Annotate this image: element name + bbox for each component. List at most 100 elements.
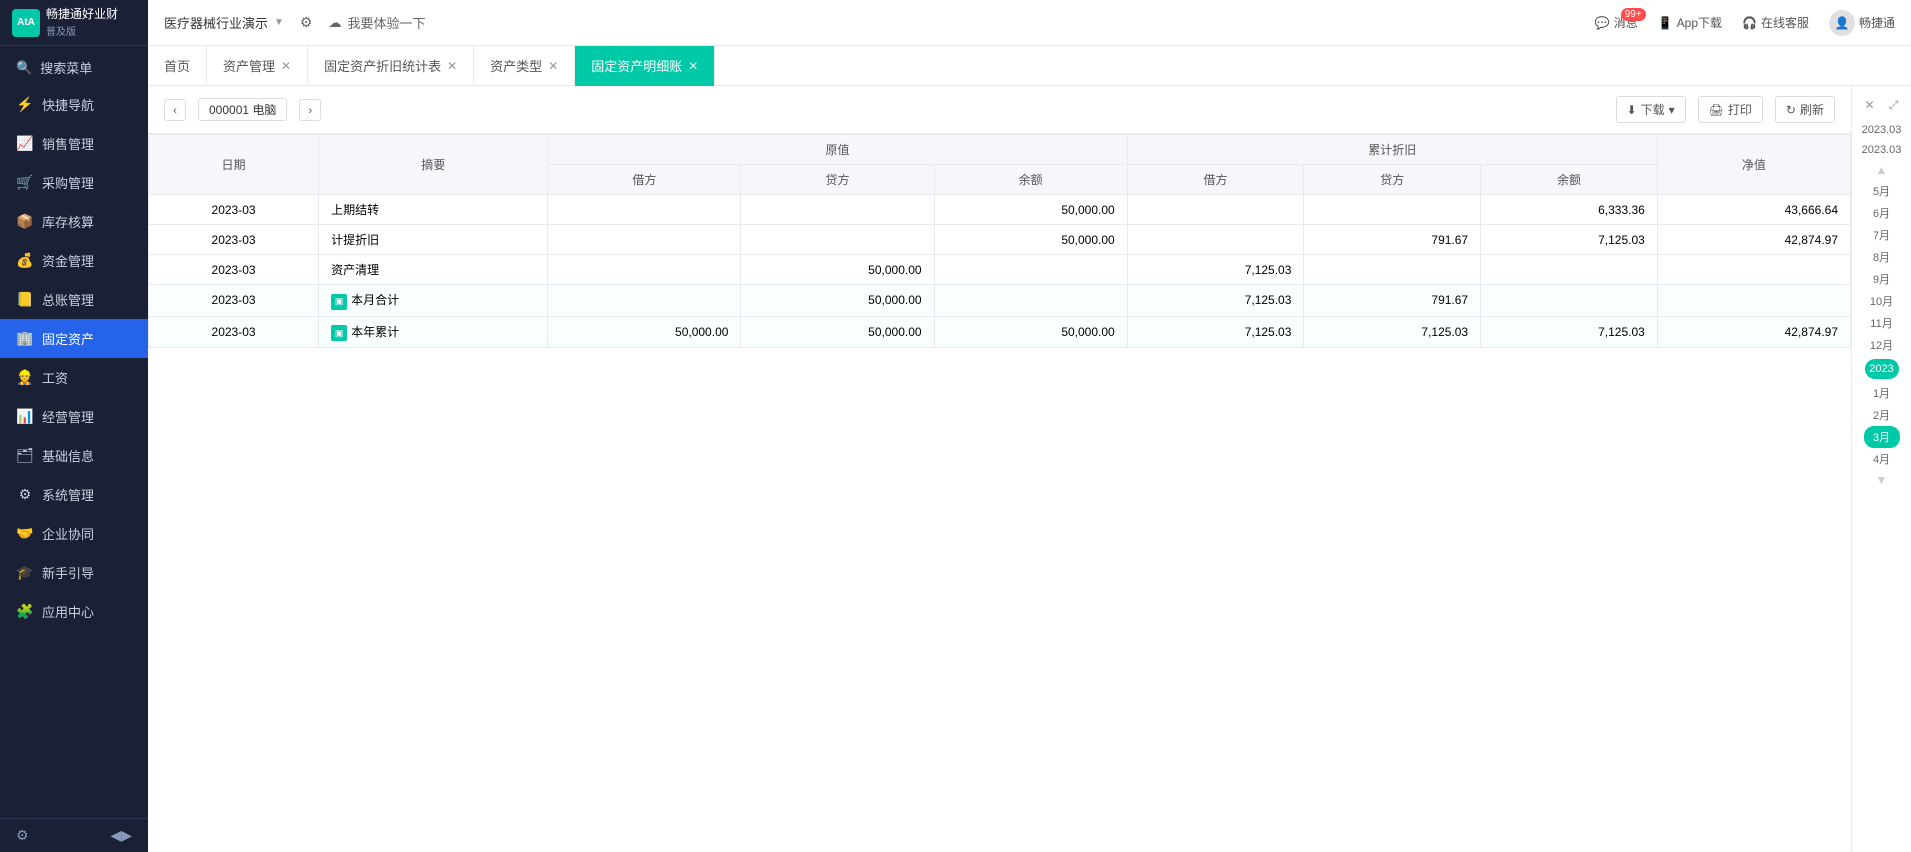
finance-label: 资金管理	[42, 251, 94, 270]
timeline-down-arrow[interactable]: ▼	[1876, 470, 1888, 490]
inventory-label: 库存核算	[42, 212, 94, 231]
experience-button[interactable]: ☁ 我要体验一下	[328, 13, 425, 32]
inventory-icon: 📦	[16, 213, 34, 231]
row1-ad-credit	[1304, 195, 1481, 225]
expand-panel-button[interactable]: ⤢	[1883, 94, 1905, 116]
row5-ov-balance: 50,000.00	[934, 316, 1127, 348]
company-selector[interactable]: 医疗器械行业演示 ▼	[164, 13, 284, 32]
timeline-month-6[interactable]: 6月	[1852, 202, 1911, 224]
timeline-year-2023-1[interactable]: 2023.03	[1852, 120, 1911, 140]
timeline-month-7[interactable]: 7月	[1852, 224, 1911, 246]
refresh-button[interactable]: ↻ 刷新	[1775, 96, 1835, 123]
sidebar-item-sales[interactable]: 📈 销售管理	[0, 124, 148, 163]
table-row: 2023-03 计提折旧 50,000.00 791.67 7,125.03 4…	[149, 225, 1851, 255]
th-net-value: 净值	[1657, 135, 1850, 195]
print-button[interactable]: 🖨 打印	[1698, 96, 1763, 123]
close-panel-button[interactable]: ✕	[1859, 94, 1881, 116]
timeline-month-12[interactable]: 12月	[1852, 334, 1911, 356]
timeline-up-arrow[interactable]: ▲	[1876, 160, 1888, 180]
customer-service-label: 在线客服	[1761, 14, 1809, 31]
sidebar-item-system[interactable]: ⚙ 系统管理	[0, 475, 148, 514]
timeline-month-8[interactable]: 8月	[1852, 246, 1911, 268]
page-toolbar: ‹ 000001 电脑 › ⬇ 下载 ▾ 🖨 打印 ↻ 刷新	[148, 86, 1851, 134]
tab-asset-type-close[interactable]: ✕	[548, 59, 558, 73]
tab-depreciation-report-close[interactable]: ✕	[447, 59, 457, 73]
timeline-month-9[interactable]: 9月	[1852, 268, 1911, 290]
row2-ad-balance: 7,125.03	[1481, 225, 1658, 255]
app-center-label: 应用中心	[42, 602, 94, 621]
tab-home[interactable]: 首页	[164, 46, 207, 86]
sidebar-item-purchase[interactable]: 🛒 采购管理	[0, 163, 148, 202]
customer-service-button[interactable]: 🎧 在线客服	[1742, 14, 1809, 31]
download-label: App下载	[1677, 14, 1722, 31]
collaboration-label: 企业协同	[42, 524, 94, 543]
timeline-month-4[interactable]: 4月	[1852, 448, 1911, 470]
tab-asset-management-label: 资产管理	[223, 56, 275, 75]
tab-asset-type[interactable]: 资产类型 ✕	[474, 46, 575, 86]
download-btn-icon: ⬇	[1627, 103, 1637, 117]
tab-depreciation-report[interactable]: 固定资产折旧统计表 ✕	[308, 46, 474, 86]
row5-ad-debit: 7,125.03	[1127, 316, 1304, 348]
sidebar-item-ledger[interactable]: 📒 总账管理	[0, 280, 148, 319]
sidebar-footer: ⚙ ◀▶	[0, 818, 148, 852]
notification-button[interactable]: 💬 消息 99+	[1595, 14, 1638, 31]
row5-ov-debit: 50,000.00	[548, 316, 741, 348]
timeline-panel: ✕ ⤢ 2023.03 2023.03 ▲ 5月 6月 7月 8月 9月 10月…	[1851, 86, 1911, 852]
timeline-month-3-active[interactable]: 3月	[1864, 426, 1900, 448]
system-label: 系统管理	[42, 485, 94, 504]
sidebar-item-basic-info[interactable]: 🗂 基础信息	[0, 436, 148, 475]
monthly-total-icon: ▣	[331, 294, 347, 310]
sidebar-item-guide[interactable]: 🎓 新手引导	[0, 553, 148, 592]
sidebar-item-payroll[interactable]: 👷 工资	[0, 358, 148, 397]
sidebar-item-operations[interactable]: 📊 经营管理	[0, 397, 148, 436]
sidebar-item-collaboration[interactable]: 🤝 企业协同	[0, 514, 148, 553]
settings-button[interactable]: ⚙	[300, 14, 313, 31]
experience-label: 我要体验一下	[347, 13, 425, 32]
notification-badge: 99+	[1621, 8, 1646, 21]
guide-icon: 🎓	[16, 564, 34, 582]
download-button[interactable]: ⬇ 下载 ▾	[1616, 96, 1686, 123]
sidebar-item-app-center[interactable]: 🧩 应用中心	[0, 592, 148, 631]
tab-asset-management-close[interactable]: ✕	[281, 59, 291, 73]
row1-ov-credit	[741, 195, 934, 225]
sidebar-item-quick-nav[interactable]: ⚡ 快捷导航	[0, 85, 148, 124]
topbar-right: 💬 消息 99+ 📱 App下载 🎧 在线客服 👤 畅捷通	[1595, 10, 1895, 36]
ledger-icon: 📒	[16, 291, 34, 309]
tab-asset-detail-close[interactable]: ✕	[688, 59, 698, 73]
timeline-year-2023-2[interactable]: 2023.03	[1852, 140, 1911, 160]
sidebar-item-finance[interactable]: 💰 资金管理	[0, 241, 148, 280]
download-button[interactable]: 📱 App下载	[1658, 14, 1722, 31]
timeline-month-1[interactable]: 1月	[1852, 382, 1911, 404]
refresh-icon: ↻	[1786, 103, 1796, 117]
timeline-month-11[interactable]: 11月	[1852, 312, 1911, 334]
payroll-label: 工资	[42, 368, 68, 387]
collapse-icon[interactable]: ◀▶	[110, 827, 132, 844]
purchase-icon: 🛒	[16, 174, 34, 192]
topbar: 医疗器械行业演示 ▼ ⚙ ☁ 我要体验一下 💬 消息 99+ 📱 App下载 🎧…	[148, 0, 1911, 46]
current-year-badge[interactable]: 2023	[1865, 359, 1899, 379]
sidebar-search[interactable]: 🔍 搜索菜单	[0, 50, 148, 85]
tab-asset-detail[interactable]: 固定资产明细账 ✕	[575, 46, 715, 86]
timeline-month-10[interactable]: 10月	[1852, 290, 1911, 312]
sidebar: AtA 畅捷通好业财 普及版 🔍 搜索菜单 ⚡ 快捷导航 📈 销售管理 🛒 采购…	[0, 0, 148, 852]
row1-summary: 上期结转	[319, 195, 548, 225]
row3-ad-credit	[1304, 255, 1481, 285]
sidebar-item-inventory[interactable]: 📦 库存核算	[0, 202, 148, 241]
next-arrow[interactable]: ›	[299, 99, 321, 121]
timeline-month-2[interactable]: 2月	[1852, 404, 1911, 426]
timeline-month-5[interactable]: 5月	[1852, 180, 1911, 202]
finance-icon: 💰	[16, 252, 34, 270]
user-profile[interactable]: 👤 畅捷通	[1829, 10, 1895, 36]
prev-arrow[interactable]: ‹	[164, 99, 186, 121]
customer-service-icon: 🎧	[1742, 16, 1757, 30]
sales-icon: 📈	[16, 135, 34, 153]
tab-asset-management[interactable]: 资产管理 ✕	[207, 46, 308, 86]
search-label: 搜索菜单	[40, 58, 92, 77]
yearly-total-icon: ▣	[331, 325, 347, 341]
row4-ad-balance	[1481, 285, 1658, 317]
refresh-label: 刷新	[1800, 101, 1824, 118]
sidebar-item-fixed-assets[interactable]: 🏢 固定资产	[0, 319, 148, 358]
row2-ov-debit	[548, 225, 741, 255]
settings-icon[interactable]: ⚙	[16, 827, 29, 844]
payroll-icon: 👷	[16, 369, 34, 387]
